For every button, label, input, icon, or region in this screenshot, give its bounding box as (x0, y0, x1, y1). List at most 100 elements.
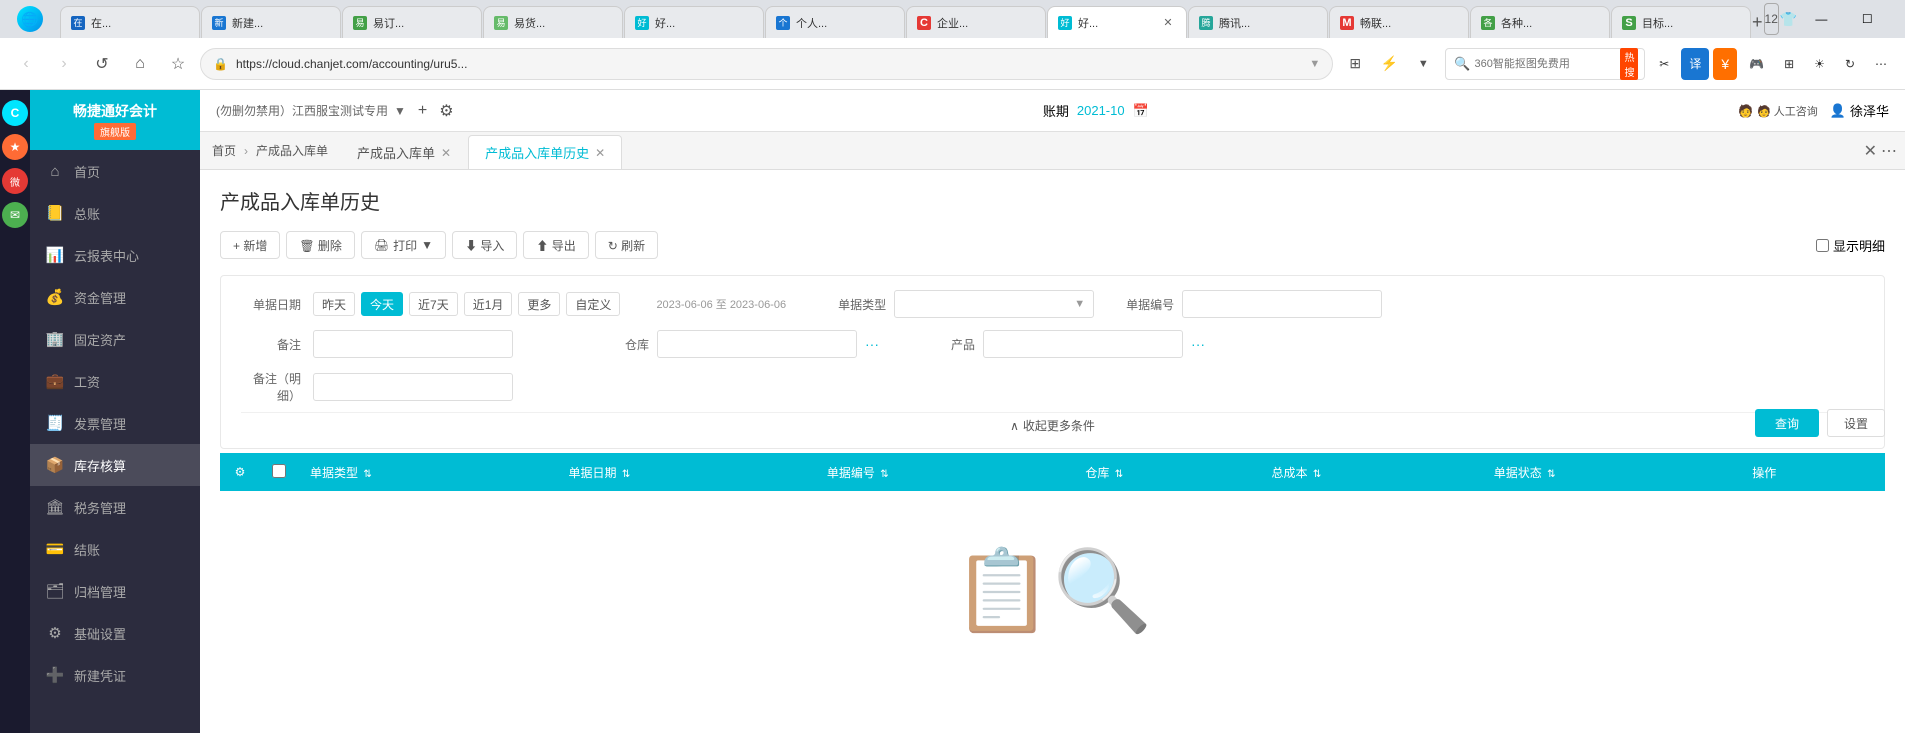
logo-icon-small[interactable]: C (2, 100, 28, 126)
sidebar-item-invoice[interactable]: 🧾 发票管理 (30, 402, 200, 444)
sidebar-item-payroll[interactable]: 💼 工资 (30, 360, 200, 402)
remark-input[interactable] (313, 330, 513, 358)
tab-t1[interactable]: 在 在... (60, 6, 200, 38)
date-7days-btn[interactable]: 近7天 (409, 292, 458, 316)
show-columns-checkbox[interactable] (1816, 239, 1829, 252)
warehouse-input[interactable] (657, 330, 857, 358)
sidebar-item-fund[interactable]: 💰 资金管理 (30, 276, 200, 318)
restore-button[interactable]: ☐ (1844, 3, 1890, 35)
page-tab-product-list[interactable]: 产成品入库单 ✕ (340, 135, 468, 169)
calendar-icon[interactable]: 📅 (1133, 103, 1149, 119)
page-tab-product-list-close[interactable]: ✕ (441, 146, 451, 160)
import-button[interactable]: ⬇ 导入 (452, 231, 517, 259)
forward-button[interactable]: › (48, 48, 80, 80)
setting-filter-button[interactable]: 设置 (1827, 409, 1885, 437)
user-section[interactable]: 👤 徐泽华 (1830, 101, 1889, 120)
tab-close-t8[interactable]: ✕ (1160, 15, 1176, 31)
tab-t11[interactable]: 各 各种... (1470, 6, 1610, 38)
sidebar-item-tax[interactable]: 🏛 税务管理 (30, 486, 200, 528)
new-button[interactable]: + 新增 (220, 231, 280, 259)
th-doc-type[interactable]: 单据类型 ⇅ (298, 453, 556, 491)
address-input[interactable]: 🔒 https://cloud.chanjet.com/accounting/u… (200, 48, 1333, 80)
type-select[interactable]: ▼ (894, 290, 1094, 318)
browser-refresh-btn[interactable]: ↻ (1837, 48, 1863, 80)
product-dots[interactable]: ··· (1191, 336, 1205, 352)
th-warehouse[interactable]: 仓库 ⇅ (1073, 453, 1259, 491)
export-button[interactable]: ⬆ 导出 (523, 231, 588, 259)
lightning-button[interactable]: ⚡ (1373, 48, 1405, 80)
sidebar-icon-red[interactable]: 微 (2, 168, 28, 194)
product-input[interactable] (983, 330, 1183, 358)
game-btn[interactable]: 🎮 (1741, 48, 1772, 80)
query-button[interactable]: 查询 (1755, 409, 1819, 437)
tab-t5[interactable]: 好 好... (624, 6, 764, 38)
address-arrow[interactable]: ▼ (1309, 58, 1320, 70)
collapse-button[interactable]: ∧ 收起更多条件 (1010, 417, 1095, 434)
panel-close-button[interactable]: ✕ (1864, 141, 1877, 161)
sidebar-icon-green[interactable]: ✉ (2, 202, 28, 228)
sidebar-item-basic_settings[interactable]: ⚙ 基础设置 (30, 612, 200, 654)
home-nav-button[interactable]: ⌂ (124, 48, 156, 80)
tab-t12[interactable]: S 目标... (1611, 6, 1751, 38)
select-all-checkbox[interactable] (272, 464, 286, 478)
detail-remark-input[interactable] (313, 373, 513, 401)
th-settings[interactable]: ⚙ (220, 453, 260, 491)
refresh-nav-button[interactable]: ↺ (86, 48, 118, 80)
sidebar-item-archive[interactable]: 🗂 归档管理 (30, 570, 200, 612)
th-doc-date[interactable]: 单据日期 ⇅ (556, 453, 814, 491)
warehouse-dots[interactable]: ··· (865, 336, 879, 352)
tab-t9[interactable]: 腾 腾讯... (1188, 6, 1328, 38)
grid-btn[interactable]: ⊞ (1776, 48, 1802, 80)
print-button[interactable]: 🖨 打印 ▼ (361, 231, 446, 259)
sidebar-item-cloud_report[interactable]: 📊 云报表中心 (30, 234, 200, 276)
delete-button[interactable]: 🗑 删除 (286, 231, 355, 259)
settings-topbar-button[interactable]: ⚙ (439, 101, 453, 121)
panel-settings-button[interactable]: ⋯ (1881, 141, 1897, 161)
refresh-button[interactable]: ↻ 刷新 (595, 231, 658, 259)
th-checkbox[interactable] (260, 453, 298, 491)
tab-t2[interactable]: 新 新建... (201, 6, 341, 38)
sidebar-item-checkout[interactable]: 💳 结账 (30, 528, 200, 570)
sidebar-item-home[interactable]: ⌂ 首页 (30, 150, 200, 192)
breadcrumb-product-list[interactable]: 产成品入库单 (256, 142, 328, 159)
translate-btn[interactable]: 译 (1681, 48, 1709, 80)
customer-service-button[interactable]: 🧑 🧑 人工咨询 (1738, 103, 1818, 119)
search-input[interactable] (1474, 58, 1616, 70)
date-more-btn[interactable]: 更多 (518, 292, 560, 316)
brightness-btn[interactable]: ☀ (1806, 48, 1833, 80)
page-tab-product-history[interactable]: 产成品入库单历史 ✕ (468, 135, 622, 169)
sidebar-item-new_voucher[interactable]: ➕ 新建凭证 (30, 654, 200, 696)
tab-t4[interactable]: 易 易货... (483, 6, 623, 38)
back-button[interactable]: ‹ (10, 48, 42, 80)
date-month-btn[interactable]: 近1月 (464, 292, 513, 316)
th-doc-number[interactable]: 单据编号 ⇅ (815, 453, 1073, 491)
tab-t8[interactable]: 好 好... ✕ (1047, 6, 1187, 38)
sidebar-icon-orange[interactable]: ★ (2, 134, 28, 160)
company-selector[interactable]: (勿删勿禁用）江西服宝测试专用 ▼ (216, 102, 406, 119)
add-company-button[interactable]: + (418, 102, 427, 120)
tab-t10[interactable]: M 畅联... (1329, 6, 1469, 38)
sidebar-item-ledger[interactable]: 📒 总账 (30, 192, 200, 234)
address-arrow-btn[interactable]: ▼ (1407, 48, 1439, 80)
new-tab-button[interactable]: + (1752, 6, 1763, 38)
date-custom-btn[interactable]: 自定义 (566, 292, 620, 316)
tab-t3[interactable]: 易 易订... (342, 6, 482, 38)
browser-more-btn[interactable]: ⋯ (1867, 48, 1895, 80)
minimize-button[interactable]: — (1798, 3, 1844, 35)
sidebar-item-fixed_assets[interactable]: 🏢 固定资产 (30, 318, 200, 360)
th-total-cost[interactable]: 总成本 ⇅ (1259, 453, 1481, 491)
yuan-btn[interactable]: ¥ (1713, 48, 1737, 80)
number-filter-input[interactable] (1182, 290, 1382, 318)
breadcrumb-home[interactable]: 首页 (212, 142, 236, 159)
th-doc-status[interactable]: 单据状态 ⇅ (1482, 453, 1740, 491)
bookmark-button[interactable]: ☆ (162, 48, 194, 80)
page-tab-product-history-close[interactable]: ✕ (595, 146, 605, 160)
tab-t6[interactable]: 个 个人... (765, 6, 905, 38)
scissors-btn[interactable]: ✂ (1651, 48, 1677, 80)
sidebar-item-inventory[interactable]: 📦 库存核算 (30, 444, 200, 486)
close-button[interactable]: ✕ (1890, 3, 1905, 35)
date-yesterday-btn[interactable]: 昨天 (313, 292, 355, 316)
tab-counter[interactable]: 12 (1764, 3, 1779, 35)
tab-t7[interactable]: C 企业... (906, 6, 1046, 38)
grid-ext-button[interactable]: ⊞ (1339, 48, 1371, 80)
